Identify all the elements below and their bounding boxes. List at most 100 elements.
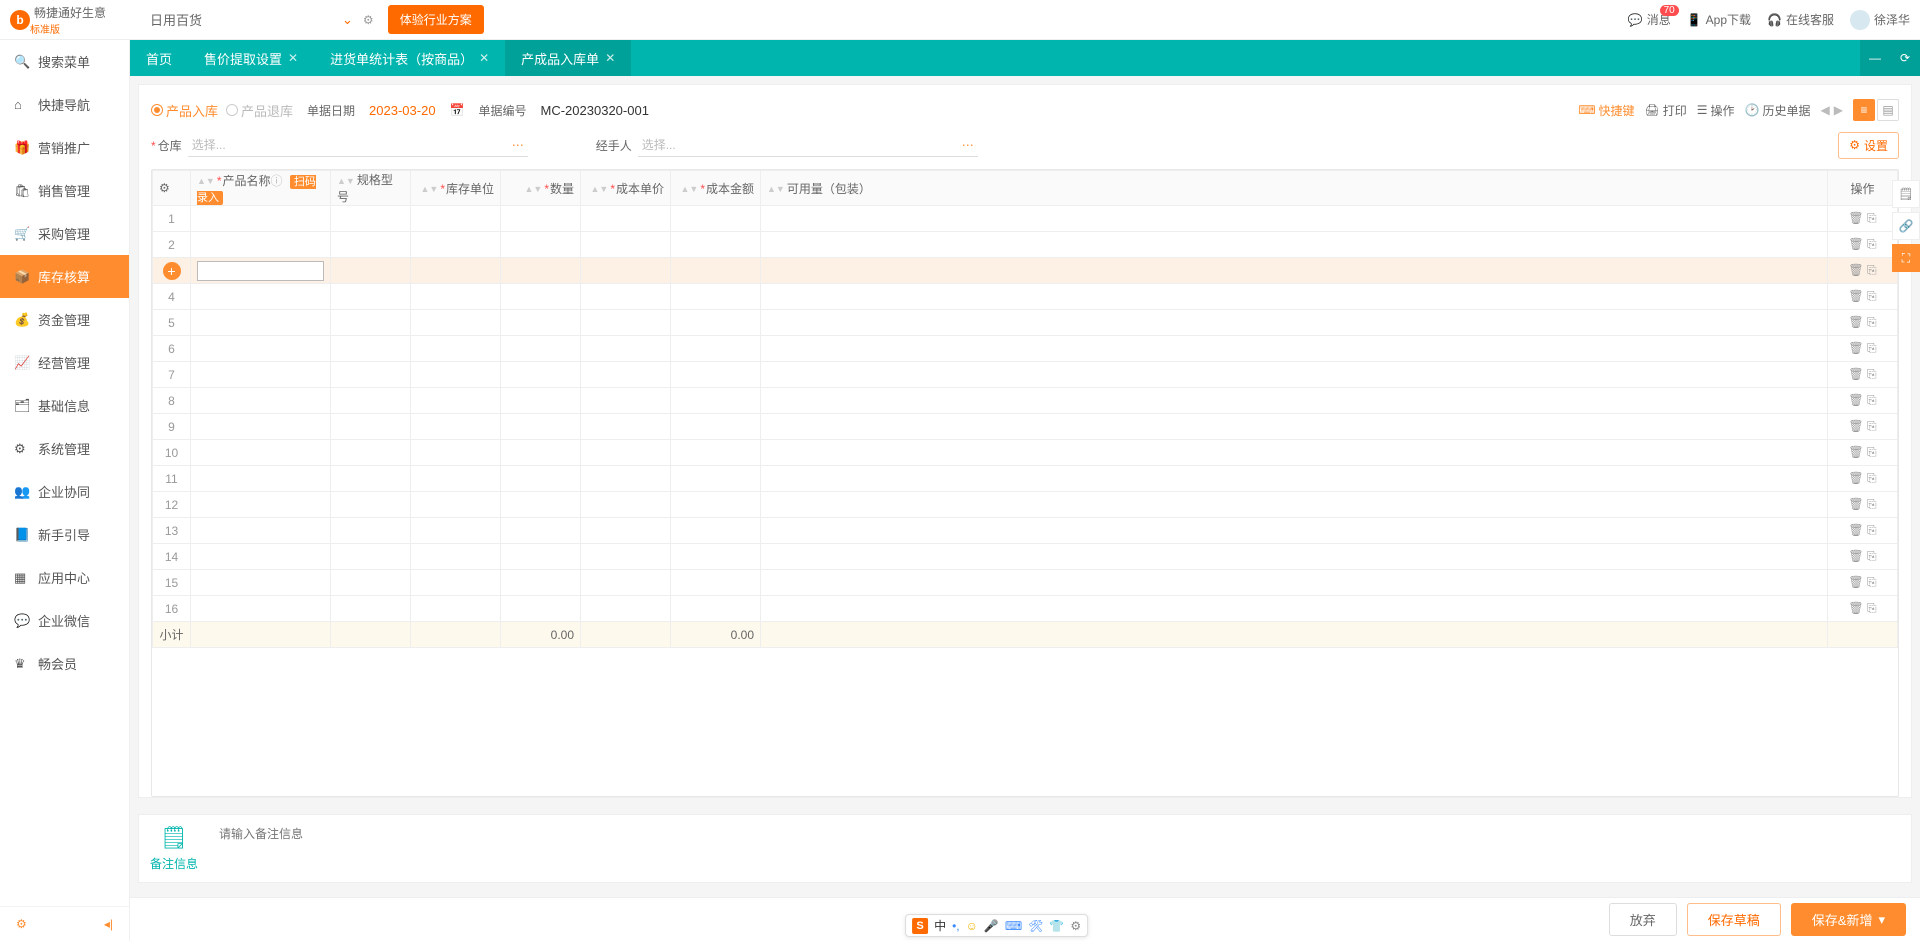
col-available[interactable]: ▲▼可用量（包装） bbox=[761, 171, 1828, 206]
user-menu[interactable]: 徐泽华 bbox=[1850, 10, 1910, 30]
sidebar-item-basicinfo[interactable]: 🗂基础信息 bbox=[0, 384, 129, 427]
sidebar-item-business[interactable]: 📈经营管理 bbox=[0, 341, 129, 384]
sidebar-item-purchase[interactable]: 🛒采购管理 bbox=[0, 212, 129, 255]
delete-icon[interactable]: 🗑 bbox=[1848, 497, 1863, 511]
remarks-input[interactable] bbox=[209, 815, 1911, 882]
doc-type-radio-group: 产品入库 产品退库 bbox=[151, 101, 293, 120]
save-draft-button[interactable]: 保存草稿 bbox=[1687, 903, 1781, 936]
sidebar-item-quicknav[interactable]: ⌂快捷导航 bbox=[0, 83, 129, 126]
col-settings[interactable]: ⚙ bbox=[153, 171, 191, 206]
radio-product-in[interactable]: 产品入库 bbox=[151, 101, 218, 120]
tab-home[interactable]: 首页 bbox=[130, 40, 188, 76]
close-icon[interactable]: ✕ bbox=[288, 51, 298, 65]
copy-icon[interactable]: ⎘ bbox=[1867, 289, 1877, 303]
category-selector[interactable]: 日用百货 ⌄ bbox=[150, 10, 353, 29]
add-row-button[interactable]: + bbox=[163, 262, 181, 280]
date-value[interactable]: 2023-03-20 bbox=[369, 103, 436, 118]
copy-icon[interactable]: ⎘ bbox=[1867, 575, 1877, 589]
next-icon[interactable]: ▶ bbox=[1834, 103, 1843, 117]
tab-price-settings[interactable]: 售价提取设置✕ bbox=[188, 40, 314, 76]
close-icon[interactable]: ✕ bbox=[479, 51, 489, 65]
shortcut-link[interactable]: ⌨快捷键 bbox=[1578, 102, 1634, 119]
sidebar-item-collab[interactable]: 👥企业协同 bbox=[0, 470, 129, 513]
copy-icon[interactable]: ⎘ bbox=[1867, 315, 1877, 329]
delete-icon[interactable]: 🗑 bbox=[1848, 289, 1863, 303]
table-row: 12🗑 ⎘ bbox=[153, 492, 1898, 518]
delete-icon[interactable]: 🗑 bbox=[1848, 341, 1863, 355]
card-view-icon[interactable]: ▤ bbox=[1877, 99, 1899, 121]
collapse-icon[interactable]: ◂| bbox=[104, 917, 113, 931]
sidebar-item-system[interactable]: ⚙系统管理 bbox=[0, 427, 129, 470]
ime-bar[interactable]: S 中 •, ☺ 🎤 ⌨ 🛠 👕 ⚙ bbox=[905, 914, 1088, 937]
col-qty[interactable]: ▲▼*数量 bbox=[501, 171, 581, 206]
copy-icon[interactable]: ⎘ bbox=[1867, 523, 1877, 537]
list-view-icon[interactable]: ≡ bbox=[1853, 99, 1875, 121]
delete-icon[interactable]: 🗑 bbox=[1848, 575, 1863, 589]
action-link[interactable]: ☰操作 bbox=[1697, 102, 1735, 119]
sidebar-item-apps[interactable]: ▦应用中心 bbox=[0, 556, 129, 599]
delete-icon[interactable]: 🗑 bbox=[1848, 419, 1863, 433]
print-link[interactable]: 🖨打印 bbox=[1645, 102, 1687, 119]
settings-button[interactable]: ⚙设置 bbox=[1838, 132, 1899, 159]
sidebar-item-marketing[interactable]: 🎁营销推广 bbox=[0, 126, 129, 169]
copy-icon[interactable]: ⎘ bbox=[1867, 419, 1877, 433]
delete-icon[interactable]: 🗑 bbox=[1848, 367, 1863, 381]
try-plan-button[interactable]: 体验行业方案 bbox=[388, 5, 484, 34]
delete-icon[interactable]: 🗑 bbox=[1848, 601, 1863, 615]
delete-icon[interactable]: 🗑 bbox=[1848, 237, 1863, 251]
copy-icon[interactable]: ⎘ bbox=[1867, 367, 1877, 381]
sidebar-item-sales[interactable]: 🛍销售管理 bbox=[0, 169, 129, 212]
radio-product-out[interactable]: 产品退库 bbox=[226, 101, 293, 120]
sidebar-item-guide[interactable]: 📘新手引导 bbox=[0, 513, 129, 556]
gear-icon[interactable]: ⚙ bbox=[16, 917, 27, 931]
delete-icon[interactable]: 🗑 bbox=[1848, 445, 1863, 459]
col-amount[interactable]: ▲▼*成本金额 bbox=[671, 171, 761, 206]
col-spec[interactable]: ▲▼规格型号 bbox=[331, 171, 411, 206]
tab-product-in[interactable]: 产成品入库单✕ bbox=[505, 40, 631, 76]
delete-icon[interactable]: 🗑 bbox=[1848, 263, 1863, 277]
col-price[interactable]: ▲▼*成本单价 bbox=[581, 171, 671, 206]
rail-link-icon[interactable]: 🔗 bbox=[1892, 212, 1920, 240]
copy-icon[interactable]: ⎘ bbox=[1867, 211, 1877, 225]
delete-icon[interactable]: 🗑 bbox=[1848, 211, 1863, 225]
sidebar-item-wechat[interactable]: 💬企业微信 bbox=[0, 599, 129, 642]
support-link[interactable]: 🎧 在线客服 bbox=[1767, 11, 1834, 28]
product-name-input[interactable] bbox=[197, 261, 324, 281]
tab-purchase-report[interactable]: 进货单统计表（按商品）✕ bbox=[314, 40, 505, 76]
copy-icon[interactable]: ⎘ bbox=[1867, 263, 1877, 277]
delete-icon[interactable]: 🗑 bbox=[1848, 315, 1863, 329]
copy-icon[interactable]: ⎘ bbox=[1867, 471, 1877, 485]
copy-icon[interactable]: ⎘ bbox=[1867, 237, 1877, 251]
delete-icon[interactable]: 🗑 bbox=[1848, 471, 1863, 485]
copy-icon[interactable]: ⎘ bbox=[1867, 341, 1877, 355]
save-new-button[interactable]: 保存&新增▾ bbox=[1791, 903, 1906, 936]
app-download-link[interactable]: 📱 App下载 bbox=[1687, 11, 1751, 28]
copy-icon[interactable]: ⎘ bbox=[1867, 549, 1877, 563]
rail-expand-icon[interactable]: ⛶ bbox=[1892, 244, 1920, 272]
sidebar-item-inventory[interactable]: 📦库存核算 bbox=[0, 255, 129, 298]
sidebar-item-search[interactable]: 🔍搜索菜单 bbox=[0, 40, 129, 83]
copy-icon[interactable]: ⎘ bbox=[1867, 497, 1877, 511]
delete-icon[interactable]: 🗑 bbox=[1848, 523, 1863, 537]
rail-note-icon[interactable]: 🗒 bbox=[1892, 180, 1920, 208]
messages-link[interactable]: 💬 消息 70 bbox=[1628, 11, 1671, 28]
copy-icon[interactable]: ⎘ bbox=[1867, 601, 1877, 615]
col-product-name[interactable]: ▲▼*产品名称ⓘ 扫码录入 bbox=[191, 171, 331, 206]
minimize-button[interactable]: — bbox=[1860, 40, 1890, 76]
delete-icon[interactable]: 🗑 bbox=[1848, 393, 1863, 407]
calendar-icon[interactable]: 📅 bbox=[450, 103, 465, 117]
close-icon[interactable]: ✕ bbox=[605, 51, 615, 65]
handler-select[interactable]: 选择... ⋯ bbox=[638, 133, 978, 157]
sidebar-item-finance[interactable]: 💰资金管理 bbox=[0, 298, 129, 341]
refresh-button[interactable]: ⟳ bbox=[1890, 40, 1920, 76]
delete-icon[interactable]: 🗑 bbox=[1848, 549, 1863, 563]
prev-icon[interactable]: ◀ bbox=[1821, 103, 1830, 117]
gear-icon[interactable]: ⚙ bbox=[363, 13, 374, 27]
warehouse-select[interactable]: 选择... ⋯ bbox=[188, 133, 528, 157]
sidebar-item-member[interactable]: ♛畅会员 bbox=[0, 642, 129, 685]
col-unit[interactable]: ▲▼*库存单位 bbox=[411, 171, 501, 206]
history-link[interactable]: 🕑历史单据 bbox=[1745, 102, 1811, 119]
copy-icon[interactable]: ⎘ bbox=[1867, 393, 1877, 407]
copy-icon[interactable]: ⎘ bbox=[1867, 445, 1877, 459]
abandon-button[interactable]: 放弃 bbox=[1609, 903, 1677, 936]
